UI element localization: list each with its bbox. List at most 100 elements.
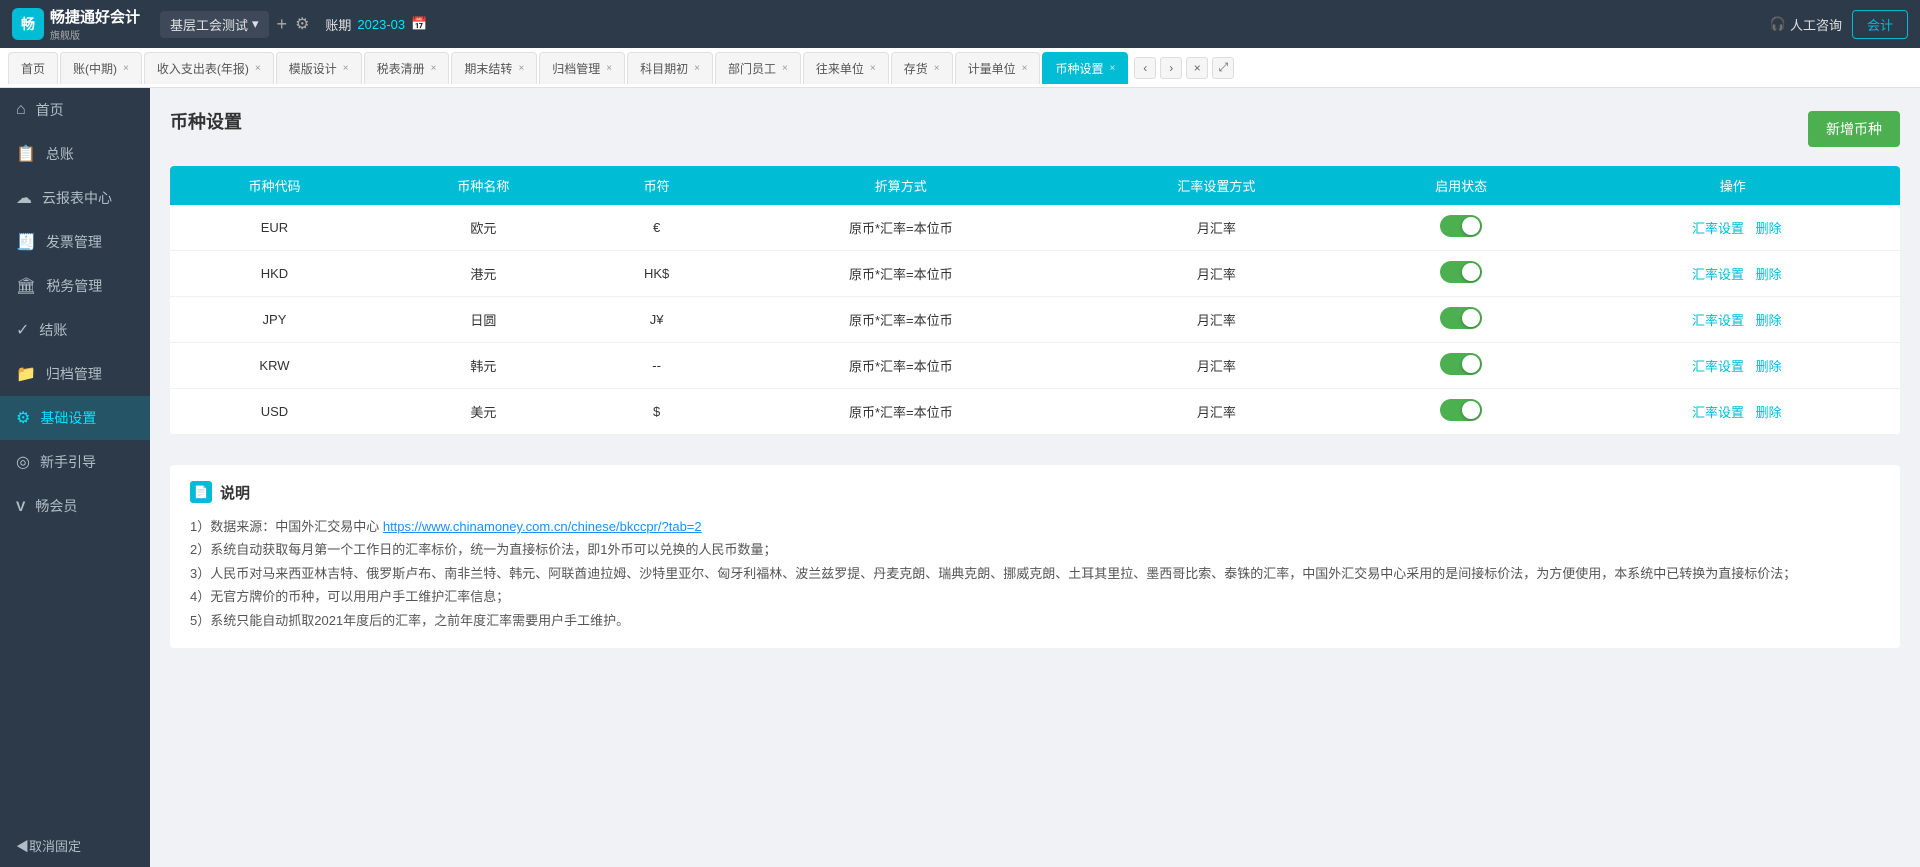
main-layout: ⌂ 首页 📋 总账 ☁ 云报表中心 🧾 发票管理 🏛 税务管理 ✓ 结账 📁 归… [0, 88, 1920, 867]
app-name: 畅捷通好会计 [50, 6, 140, 27]
tab-tax[interactable]: 税表清册 × [364, 52, 450, 84]
support-button[interactable]: 🎧 人工咨询 [1770, 15, 1842, 34]
company-name: 基层工会测试 [170, 15, 248, 34]
tax-icon: 🏛 [16, 276, 36, 296]
tab-currency[interactable]: 币种设置 × [1042, 52, 1128, 84]
cell-calc: 原币*汇率=本位币 [725, 343, 1076, 389]
toggle-thumb [1462, 309, 1480, 327]
tab-archive[interactable]: 归档管理 × [539, 52, 625, 84]
toggle-thumb [1462, 355, 1480, 373]
sidebar-item-tax[interactable]: 🏛 税务管理 [0, 264, 150, 308]
rate-settings-link[interactable]: 汇率设置 [1692, 221, 1744, 236]
tab-template[interactable]: 模版设计 × [276, 52, 362, 84]
toggle-track[interactable] [1440, 353, 1482, 375]
note-item: 4）无官方牌价的币种，可以用用户手工维护汇率信息； [190, 585, 1880, 608]
toggle-switch[interactable] [1440, 399, 1482, 421]
add-icon[interactable]: + [277, 14, 288, 35]
tab-prev-button[interactable]: ‹ [1134, 57, 1156, 79]
sidebar-item-ledger[interactable]: 📋 总账 [0, 132, 150, 176]
delete-link[interactable]: 删除 [1756, 405, 1782, 420]
tab-close-all-button[interactable]: × [1186, 57, 1208, 79]
cell-code: KRW [170, 343, 379, 389]
tab-close[interactable]: × [343, 63, 349, 74]
toggle-track[interactable] [1440, 399, 1482, 421]
cell-actions: 汇率设置 删除 [1566, 297, 1900, 343]
toggle-switch[interactable] [1440, 261, 1482, 283]
rate-settings-link[interactable]: 汇率设置 [1692, 359, 1744, 374]
logo-icon: 畅 [12, 8, 44, 40]
tab-units[interactable]: 计量单位 × [955, 52, 1041, 84]
sidebar-item-guide[interactable]: ◎ 新手引导 [0, 440, 150, 484]
delete-link[interactable]: 删除 [1756, 267, 1782, 282]
tab-dept[interactable]: 部门员工 × [715, 52, 801, 84]
sidebar-item-home[interactable]: ⌂ 首页 [0, 88, 150, 132]
col-header-code: 币种代码 [170, 166, 379, 205]
toggle-track[interactable] [1440, 261, 1482, 283]
toggle-switch[interactable] [1440, 353, 1482, 375]
tab-home[interactable]: 首页 [8, 52, 58, 84]
settings-icon[interactable]: ⚙ [295, 14, 309, 34]
tab-next-button[interactable]: › [1160, 57, 1182, 79]
cell-symbol: -- [588, 343, 725, 389]
tab-clients[interactable]: 往来单位 × [803, 52, 889, 84]
reports-icon: ☁ [16, 188, 32, 208]
rate-settings-link[interactable]: 汇率设置 [1692, 405, 1744, 420]
rate-settings-link[interactable]: 汇率设置 [1692, 313, 1744, 328]
calendar-icon[interactable]: 📅 [411, 16, 427, 32]
notes-link[interactable]: https://www.chinamoney.com.cn/chinese/bk… [383, 519, 702, 534]
tab-subject-init[interactable]: 科目期初 × [627, 52, 713, 84]
cell-code: JPY [170, 297, 379, 343]
sidebar-item-member[interactable]: V 畅会员 [0, 484, 150, 528]
cell-rate-method: 月汇率 [1076, 343, 1356, 389]
notes-list: 1）数据来源：中国外汇交易中心 https://www.chinamoney.c… [190, 515, 1880, 632]
tab-inventory[interactable]: 存货 × [891, 52, 953, 84]
toggle-track[interactable] [1440, 307, 1482, 329]
note-item: 5）系统只能自动抓取2021年度后的汇率，之前年度汇率需要用户手工维护。 [190, 609, 1880, 632]
cell-actions: 汇率设置 删除 [1566, 205, 1900, 251]
col-header-status: 启用状态 [1357, 166, 1566, 205]
col-header-symbol: 币符 [588, 166, 725, 205]
headset-icon: 🎧 [1770, 16, 1786, 32]
notes-icon: 📄 [190, 481, 212, 503]
pin-toggle[interactable]: ◀取消固定 [0, 824, 150, 867]
account-button[interactable]: 会计 [1852, 10, 1908, 39]
dropdown-icon: ▾ [252, 16, 259, 32]
tab-close[interactable]: × [782, 63, 788, 74]
tab-close[interactable]: × [1022, 63, 1028, 74]
cell-name: 美元 [379, 389, 588, 435]
note-item: 2）系统自动获取每月第一个工作日的汇率标价，统一为直接标价法，即1外币可以兑换的… [190, 538, 1880, 561]
settings-icon: ⚙ [16, 408, 30, 428]
table-row: EUR 欧元 € 原币*汇率=本位币 月汇率 汇率设置 删除 [170, 205, 1900, 251]
tab-close[interactable]: × [123, 63, 129, 74]
cell-calc: 原币*汇率=本位币 [725, 297, 1076, 343]
sidebar-item-invoice[interactable]: 🧾 发票管理 [0, 220, 150, 264]
delete-link[interactable]: 删除 [1756, 221, 1782, 236]
toggle-switch[interactable] [1440, 215, 1482, 237]
app-subtitle: 旗舰版 [50, 27, 140, 42]
note-item: 3）人民币对马来西亚林吉特、俄罗斯卢布、南非兰特、韩元、阿联酋迪拉姆、沙特里亚尔… [190, 562, 1880, 585]
tab-period-end[interactable]: 期末结转 × [451, 52, 537, 84]
new-currency-button[interactable]: 新增币种 [1808, 111, 1900, 147]
tab-close[interactable]: × [255, 63, 261, 74]
toggle-switch[interactable] [1440, 307, 1482, 329]
tab-close-active[interactable]: × [1109, 63, 1115, 74]
tab-income[interactable]: 收入支出表(年报) × [144, 52, 274, 84]
tab-close[interactable]: × [934, 63, 940, 74]
rate-settings-link[interactable]: 汇率设置 [1692, 267, 1744, 282]
tab-close[interactable]: × [870, 63, 876, 74]
tab-close[interactable]: × [431, 63, 437, 74]
sidebar-item-archive[interactable]: 📁 归档管理 [0, 352, 150, 396]
tab-ledger-mid[interactable]: 账(中期) × [60, 52, 142, 84]
toggle-track[interactable] [1440, 215, 1482, 237]
tab-expand-button[interactable]: ⤢ [1212, 57, 1234, 79]
sidebar-item-checkout[interactable]: ✓ 结账 [0, 308, 150, 352]
tab-close[interactable]: × [606, 63, 612, 74]
tab-close[interactable]: × [694, 63, 700, 74]
delete-link[interactable]: 删除 [1756, 313, 1782, 328]
delete-link[interactable]: 删除 [1756, 359, 1782, 374]
sidebar-item-settings[interactable]: ⚙ 基础设置 [0, 396, 150, 440]
sidebar-item-reports[interactable]: ☁ 云报表中心 [0, 176, 150, 220]
logo-area: 畅 畅捷通好会计 旗舰版 [12, 6, 152, 42]
company-selector[interactable]: 基层工会测试 ▾ [160, 11, 269, 38]
tab-close[interactable]: × [518, 63, 524, 74]
